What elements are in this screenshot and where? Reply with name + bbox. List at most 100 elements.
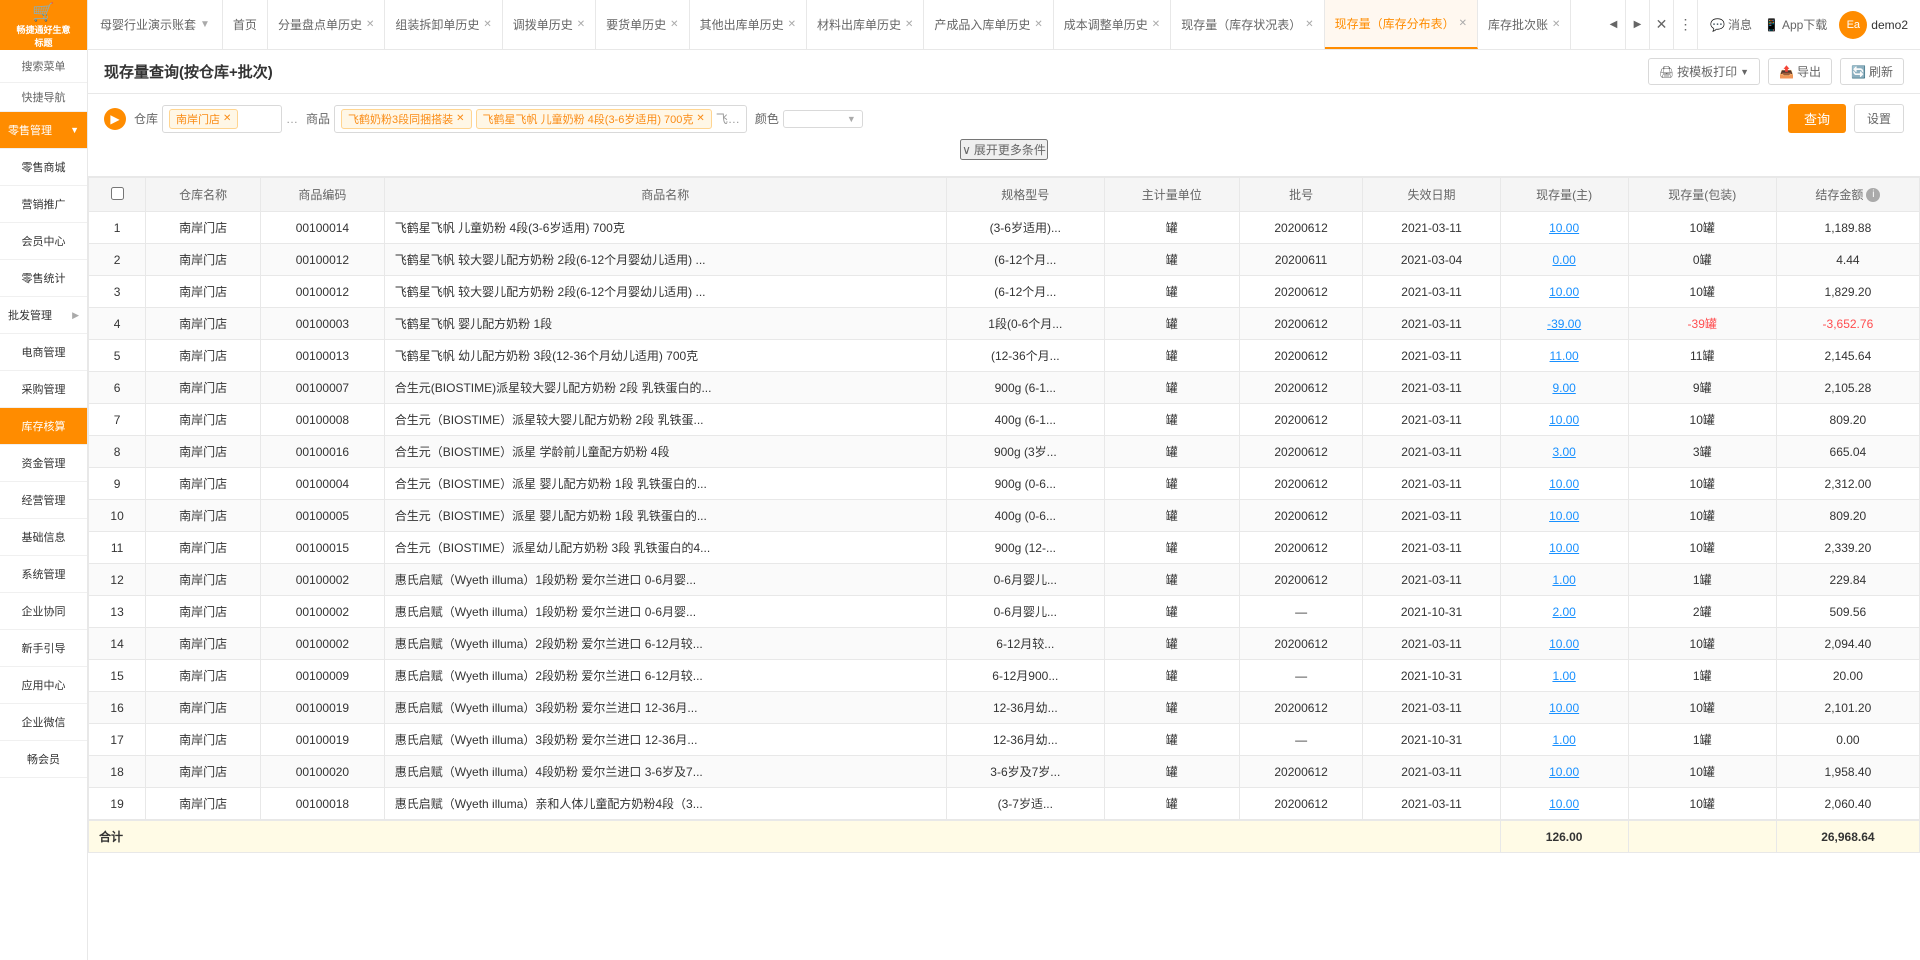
tab-other-out[interactable]: 其他出库单历史 ✕ (690, 0, 807, 49)
message-button[interactable]: 💬 消息 (1710, 16, 1752, 33)
sidebar-item-inventory[interactable]: 库存核算 (0, 408, 87, 445)
row-qty-main[interactable]: 10.00 (1500, 500, 1628, 532)
industry-selector[interactable]: 母婴行业演示账套 ▼ (88, 0, 223, 49)
sidebar-item-retail-stats[interactable]: 零售统计 (0, 260, 87, 297)
sidebar-item-member[interactable]: 畅会员 (0, 741, 87, 778)
tab-mix-order[interactable]: 调拨单历史 ✕ (503, 0, 596, 49)
tab-product-in[interactable]: 产成品入库单历史 ✕ (924, 0, 1053, 49)
sidebar-item-new-guide[interactable]: 新手引导 (0, 630, 87, 667)
sidebar-item-purchase[interactable]: 采购管理 (0, 371, 87, 408)
template-print-button[interactable]: 🖨 按模板打印 ▼ (1648, 58, 1760, 85)
row-qty-main[interactable]: 10.00 (1500, 756, 1628, 788)
row-balance: 665.04 (1776, 436, 1919, 468)
sidebar-item-retail-mgmt[interactable]: 零售管理 ▼ (0, 112, 87, 149)
filter-expand-button[interactable]: ▶ (104, 108, 126, 130)
tab-menu-button[interactable]: ⋮ (1674, 0, 1698, 50)
sidebar-shortcut[interactable]: 快捷导航 (0, 83, 87, 112)
sidebar-item-member-center[interactable]: 会员中心 (0, 223, 87, 260)
row-qty-main[interactable]: 3.00 (1500, 436, 1628, 468)
row-unit: 罐 (1104, 308, 1239, 340)
product-tag-more[interactable]: 飞… (716, 110, 740, 127)
user-menu[interactable]: Ea demo2 (1839, 11, 1908, 39)
row-qty-main[interactable]: 10.00 (1500, 788, 1628, 821)
settings-button[interactable]: 设置 (1854, 104, 1904, 133)
sidebar-item-retail-shop[interactable]: 零售商城 (0, 149, 87, 186)
sidebar-item-ecommerce[interactable]: 电商管理 (0, 334, 87, 371)
sidebar-item-enterprise-wechat[interactable]: 企业微信 (0, 704, 87, 741)
row-qty-main[interactable]: 1.00 (1500, 564, 1628, 596)
row-qty-pkg: 1罐 (1628, 660, 1776, 692)
tab-close-all-button[interactable]: ✕ (1650, 0, 1674, 50)
tab-next-button[interactable]: ▶ (1626, 0, 1650, 50)
product-filter-tags[interactable]: 飞鹤奶粉3段同捆搭装 ✕ 飞鹤星飞帆 儿童奶粉 4段(3-6岁适用) 700克 … (334, 105, 747, 133)
row-qty-main[interactable]: 0.00 (1500, 244, 1628, 276)
tab-close-icon[interactable]: ✕ (366, 19, 374, 30)
sidebar-item-ops[interactable]: 经营管理 (0, 482, 87, 519)
tab-label: 材料出库单历史 (817, 16, 901, 33)
row-qty-main[interactable]: 1.00 (1500, 724, 1628, 756)
logo[interactable]: 🛒 畅捷通好生意 标题 (0, 0, 87, 50)
tab-close-icon[interactable]: ✕ (788, 19, 796, 30)
row-unit: 罐 (1104, 276, 1239, 308)
row-expire: 2021-03-11 (1363, 404, 1500, 436)
row-qty-main[interactable]: 10.00 (1500, 692, 1628, 724)
row-qty-main[interactable]: 10.00 (1500, 532, 1628, 564)
tab-inventory-status[interactable]: 现存量（库存状况表） ✕ (1171, 0, 1324, 49)
warehouse-tag-close-icon[interactable]: ✕ (223, 113, 231, 124)
sidebar-item-app-center[interactable]: 应用中心 (0, 667, 87, 704)
tab-close-icon[interactable]: ✕ (577, 19, 585, 30)
app-download-button[interactable]: 📱 App下载 (1764, 16, 1827, 33)
expand-more-button[interactable]: ∨ 展开更多条件 (960, 139, 1048, 160)
filter-more-icon[interactable]: … (286, 112, 298, 126)
tab-material-out[interactable]: 材料出库单历史 ✕ (807, 0, 924, 49)
tab-close-icon[interactable]: ✕ (905, 19, 913, 30)
row-qty-main[interactable]: 2.00 (1500, 596, 1628, 628)
row-no: 6 (89, 372, 146, 404)
tab-home[interactable]: 首页 (223, 0, 268, 49)
tab-close-icon[interactable]: ✕ (1305, 19, 1313, 30)
row-qty-main[interactable]: 10.00 (1500, 212, 1628, 244)
sidebar-search[interactable]: 搜索菜单 (0, 50, 87, 83)
product-tag-close-icon[interactable]: ✕ (696, 113, 704, 124)
row-qty-main[interactable]: 10.00 (1500, 276, 1628, 308)
tab-close-icon[interactable]: ✕ (1034, 19, 1042, 30)
tab-prev-button[interactable]: ◀ (1602, 0, 1626, 50)
sidebar-item-basic-info[interactable]: 基础信息 (0, 519, 87, 556)
tab-close-icon[interactable]: ✕ (1459, 18, 1467, 29)
tab-close-icon[interactable]: ✕ (1552, 19, 1560, 30)
select-all-checkbox[interactable] (111, 187, 124, 200)
tab-close-icon[interactable]: ✕ (670, 19, 678, 30)
tab-close-icon[interactable]: ✕ (1152, 19, 1160, 30)
tab-cost-adjust[interactable]: 成本调整单历史 ✕ (1054, 0, 1171, 49)
row-qty-main[interactable]: 9.00 (1500, 372, 1628, 404)
row-qty-main[interactable]: 10.00 (1500, 404, 1628, 436)
sidebar-item-enterprise[interactable]: 企业协同 (0, 593, 87, 630)
row-qty-main[interactable]: 11.00 (1500, 340, 1628, 372)
tab-disassemble[interactable]: 组装拆卸单历史 ✕ (385, 0, 502, 49)
row-qty-main[interactable]: 1.00 (1500, 660, 1628, 692)
row-expire: 2021-03-11 (1363, 212, 1500, 244)
row-expire: 2021-10-31 (1363, 724, 1500, 756)
row-qty-main[interactable]: -39.00 (1500, 308, 1628, 340)
tab-batch-ledger[interactable]: 库存批次账 ✕ (1478, 0, 1571, 49)
refresh-button[interactable]: 🔄 刷新 (1840, 58, 1904, 85)
export-button[interactable]: 📤 导出 (1768, 58, 1832, 85)
sidebar-item-finance[interactable]: 资金管理 (0, 445, 87, 482)
sidebar-item-sys-mgmt[interactable]: 系统管理 (0, 556, 87, 593)
tab-split-inventory[interactable]: 分量盘点单历史 ✕ (268, 0, 385, 49)
table-row: 1 南岸门店 00100014 飞鹤星飞帆 儿童奶粉 4段(3-6岁适用) 70… (89, 212, 1920, 244)
tab-close-icon[interactable]: ✕ (483, 19, 491, 30)
row-qty-main[interactable]: 10.00 (1500, 628, 1628, 660)
row-qty-main[interactable]: 10.00 (1500, 468, 1628, 500)
tab-inventory-dist[interactable]: 现存量（库存分布表） ✕ (1325, 0, 1478, 49)
product-tag-close-icon[interactable]: ✕ (456, 113, 464, 124)
industry-label[interactable]: 母婴行业演示账套 ▼ (100, 16, 210, 33)
row-qty-pkg: 3罐 (1628, 436, 1776, 468)
balance-info-icon[interactable]: i (1866, 188, 1880, 202)
tab-requisition[interactable]: 要货单历史 ✕ (596, 0, 689, 49)
query-button[interactable]: 查询 (1788, 104, 1846, 133)
color-select[interactable]: ▼ (783, 110, 863, 128)
warehouse-filter-tags[interactable]: 南岸门店 ✕ (162, 105, 282, 133)
sidebar-item-marketing[interactable]: 营销推广 (0, 186, 87, 223)
sidebar-item-wholesale[interactable]: 批发管理 ▶ (0, 297, 87, 334)
